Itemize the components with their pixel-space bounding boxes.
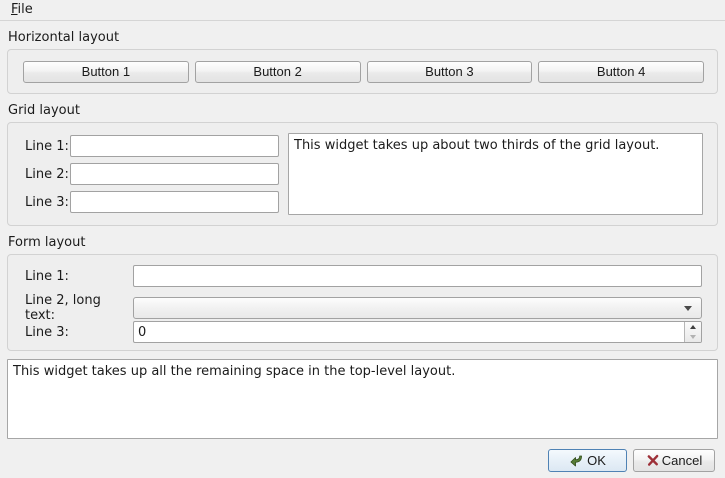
grid-line1-label: Line 1: xyxy=(25,138,69,154)
form-row-2: Line 2, long text: xyxy=(23,293,702,323)
menu-file[interactable]: File xyxy=(4,1,40,19)
cancel-cross-icon xyxy=(646,454,659,467)
ok-button[interactable]: OK xyxy=(548,449,627,472)
grid-layout-group-title: Grid layout xyxy=(8,103,80,118)
grid-line3-input[interactable] xyxy=(70,191,279,213)
form-line3-label: Line 3: xyxy=(25,324,69,340)
spinbox-buttons xyxy=(684,322,701,342)
grid-layout-group: Line 1: Line 2: Line 3: This widget take… xyxy=(7,122,718,226)
grid-line2-input[interactable] xyxy=(70,163,279,185)
button-1[interactable]: Button 1 xyxy=(23,60,189,83)
grid-row-2: Line 2: xyxy=(23,163,279,185)
form-line1-label: Line 1: xyxy=(25,268,69,284)
form-layout-group-title: Form layout xyxy=(8,235,86,250)
spinbox-input[interactable] xyxy=(134,322,684,342)
chevron-down-icon xyxy=(684,306,692,311)
arrow-up-icon xyxy=(690,325,696,329)
grid-row-3: Line 3: xyxy=(23,191,279,213)
form-row-3: Line 3: xyxy=(23,321,702,343)
cancel-button[interactable]: Cancel xyxy=(633,449,715,472)
grid-line3-label: Line 3: xyxy=(25,194,69,210)
grid-text-edit[interactable]: This widget takes up about two thirds of… xyxy=(288,133,703,215)
form-line2-label: Line 2, long text: xyxy=(25,293,101,323)
menu-file-rest: ile xyxy=(17,2,33,17)
arrow-down-icon xyxy=(690,335,696,339)
button-2[interactable]: Button 2 xyxy=(194,60,361,83)
horizontal-layout-group: Button 1 Button 2 Button 3 Button 4 xyxy=(7,49,718,94)
form-line2-combobox[interactable] xyxy=(133,297,702,319)
menubar: File xyxy=(0,0,725,21)
bottom-text-edit[interactable]: This widget takes up all the remaining s… xyxy=(7,359,718,439)
grid-line2-label: Line 2: xyxy=(25,166,69,182)
grid-line1-input[interactable] xyxy=(70,135,279,157)
grid-row-1: Line 1: xyxy=(23,135,279,157)
button-3[interactable]: Button 3 xyxy=(366,60,533,83)
spinbox-up-button[interactable] xyxy=(685,322,701,332)
ok-button-label: OK xyxy=(587,453,606,468)
grid-fields-column: Line 1: Line 2: Line 3: xyxy=(23,133,279,215)
dialog-body: Horizontal layout Button 1 Button 2 Butt… xyxy=(0,30,725,351)
ok-enter-arrow-icon xyxy=(569,453,584,468)
form-line1-input[interactable] xyxy=(133,265,702,287)
cancel-button-label: Cancel xyxy=(661,453,703,468)
form-row-1: Line 1: xyxy=(23,265,702,287)
spinbox-down-button[interactable] xyxy=(685,332,701,342)
button-4[interactable]: Button 4 xyxy=(538,60,704,83)
dialog-button-row: OK Cancel xyxy=(0,449,715,472)
form-layout-group: Line 1: Line 2, long text: Line 3: xyxy=(7,254,718,351)
form-line3-spinbox xyxy=(133,321,702,343)
horizontal-layout-group-title: Horizontal layout xyxy=(8,30,120,45)
